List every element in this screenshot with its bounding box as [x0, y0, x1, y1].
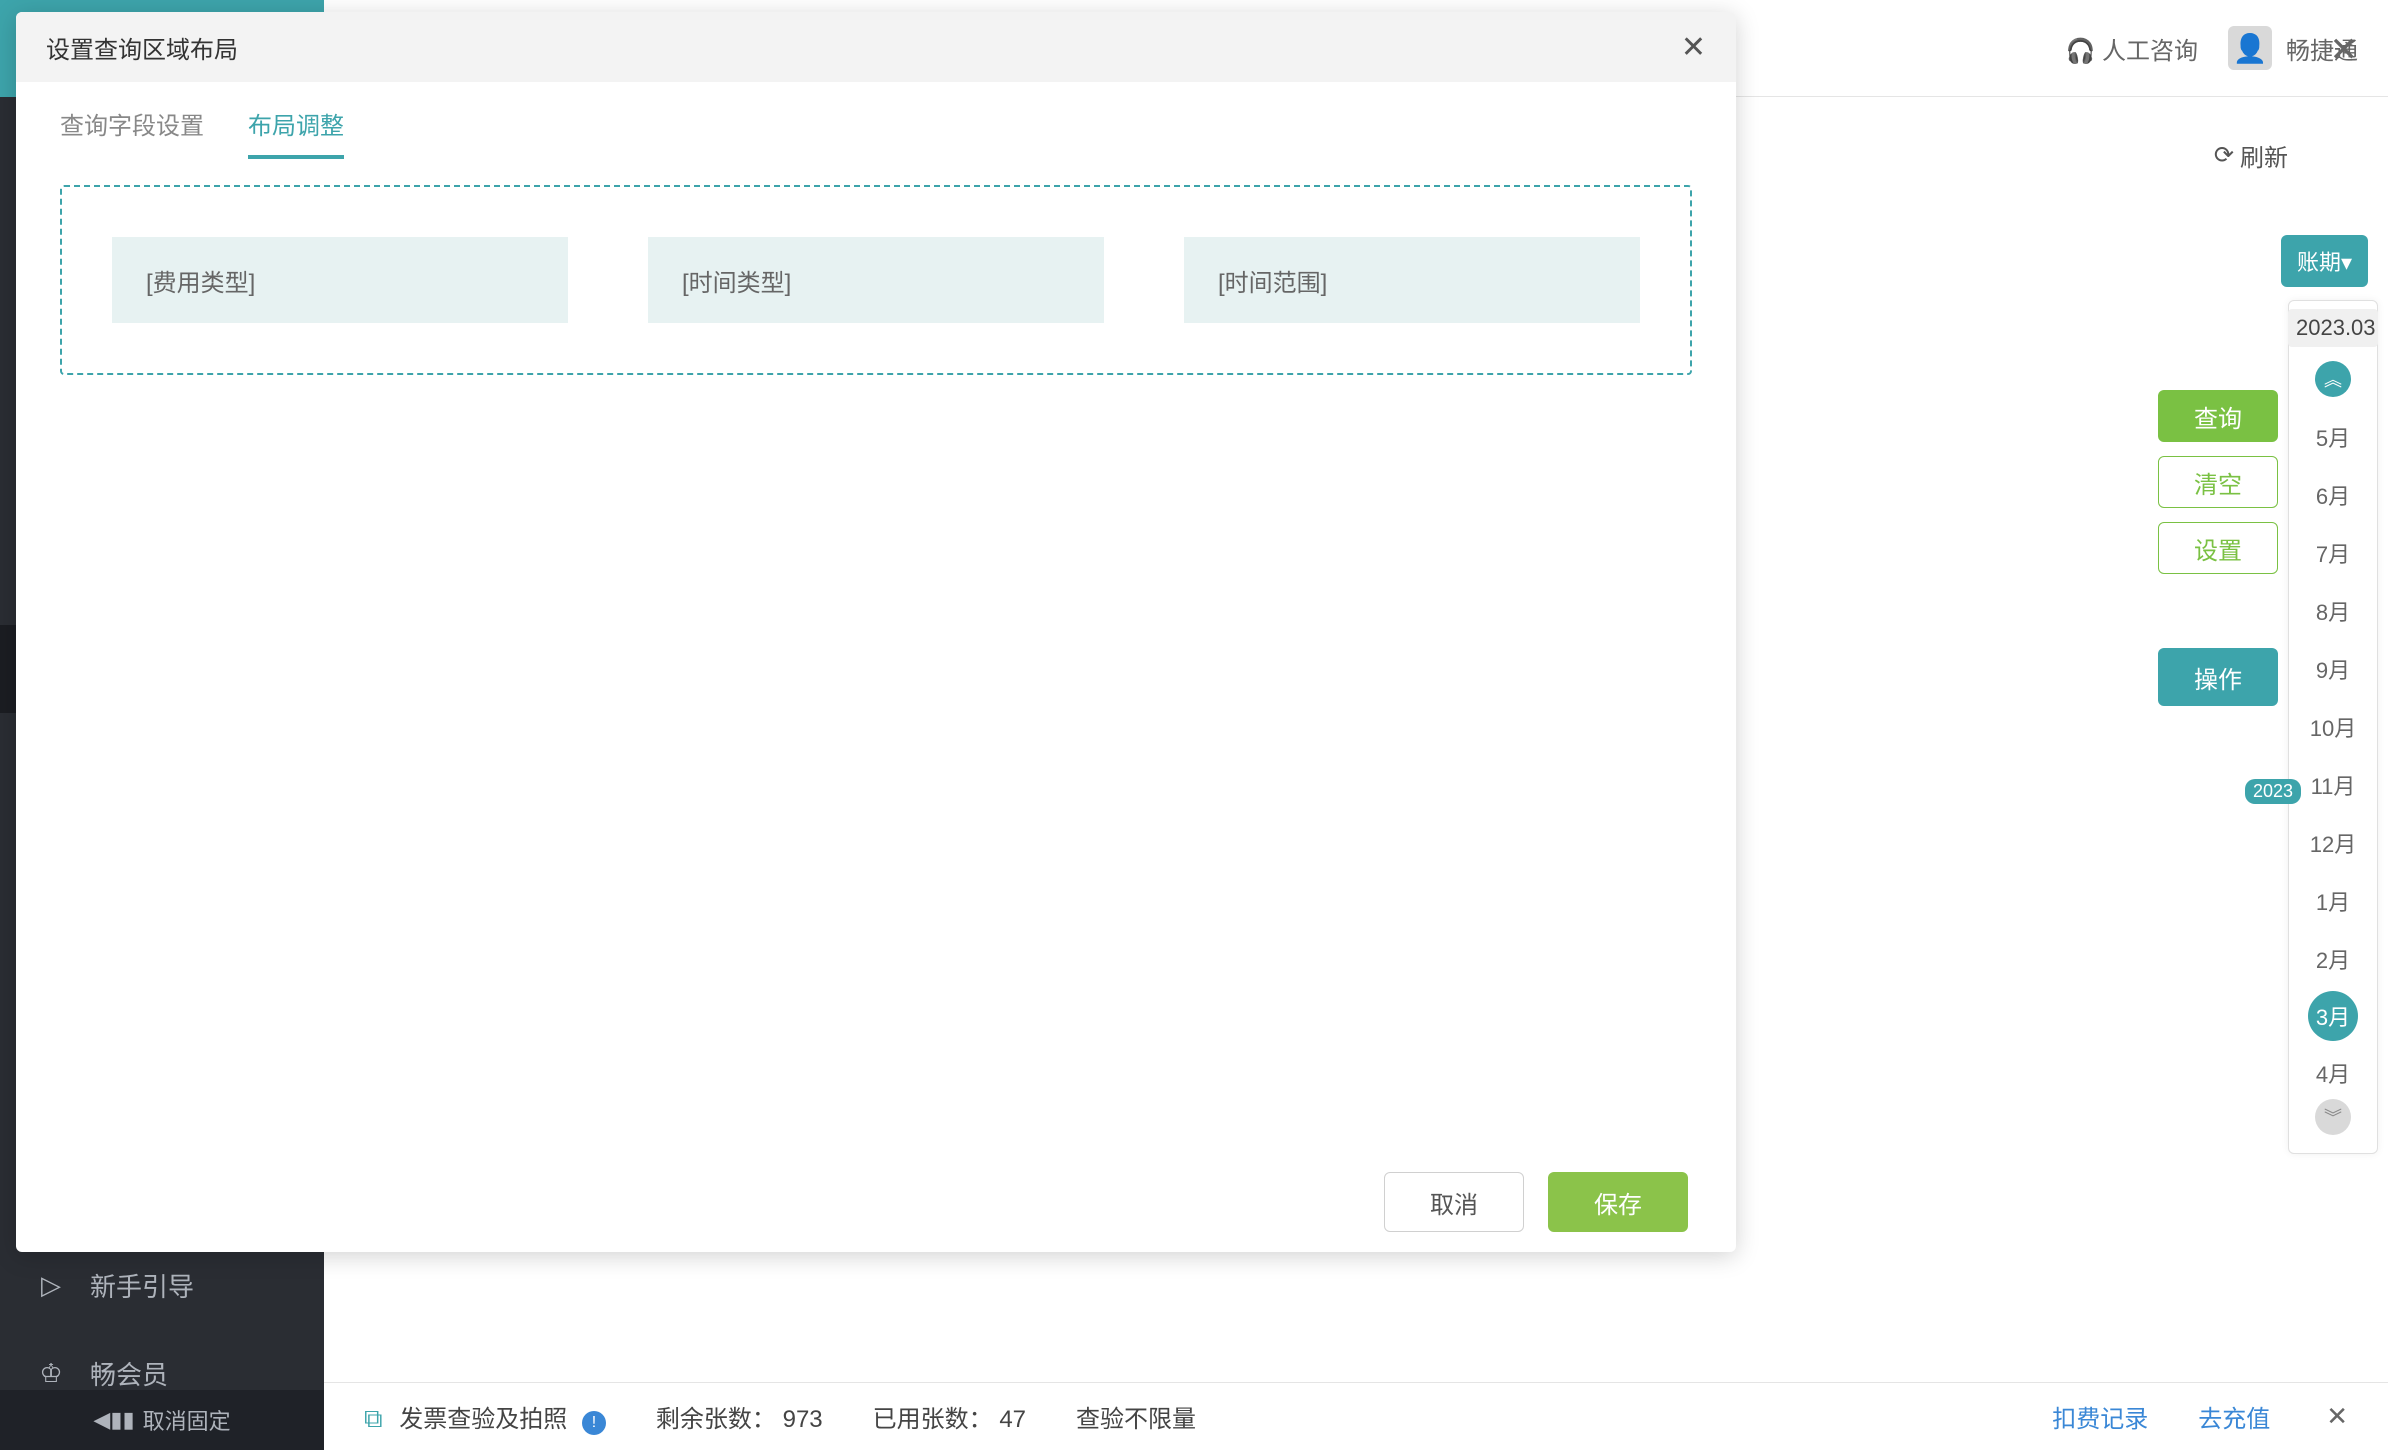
modal-title: 设置查询区域布局: [46, 30, 238, 65]
month-item[interactable]: 7月: [2308, 527, 2358, 579]
refresh-icon: ⟳: [2214, 141, 2234, 170]
period-scroll-up[interactable]: ︽: [2315, 361, 2351, 397]
used-count: 已用张数： 47: [873, 1399, 1026, 1434]
sidebar-item-label: 畅会员: [90, 1355, 168, 1392]
used-value: 47: [999, 1406, 1026, 1433]
sidebar-item-label: 新手引导: [90, 1267, 194, 1304]
unlimited-label: 查验不限量: [1076, 1399, 1196, 1434]
month-item[interactable]: 12月: [2308, 817, 2358, 869]
ops-button[interactable]: 操作: [2158, 648, 2278, 706]
period-dropdown-button[interactable]: 账期▾: [2281, 235, 2368, 287]
chip-time-range[interactable]: [时间范围]: [1184, 237, 1640, 323]
scan-invoice[interactable]: ⧉ 发票查验及拍照 !: [364, 1399, 606, 1435]
layout-settings-modal: 设置查询区域布局 ✕ 查询字段设置 布局调整 [费用类型] [时间类型] [时间…: [16, 12, 1736, 1252]
bottom-bar: ⧉ 发票查验及拍照 ! 剩余张数： 973 已用张数： 47 查验不限量 扣费记…: [324, 1382, 2388, 1450]
period-scroll-down[interactable]: ︾: [2315, 1099, 2351, 1135]
right-tools: 🎧 人工咨询 👤 畅捷通: [2065, 26, 2358, 70]
refresh-label: 刷新: [2240, 138, 2288, 173]
sidebar-footer-label: 取消固定: [143, 1404, 231, 1436]
used-label: 已用张数：: [873, 1406, 993, 1433]
month-item[interactable]: 11月: [2308, 759, 2358, 811]
sidebar-icon: ♔: [36, 1358, 66, 1388]
clear-button[interactable]: 清空: [2158, 456, 2278, 508]
month-item[interactable]: 2月: [2308, 933, 2358, 985]
scan-icon: ⧉: [364, 1403, 383, 1433]
scan-label: 发票查验及拍照: [399, 1406, 567, 1433]
avatar: 👤: [2228, 26, 2272, 70]
year-badge: 2023: [2245, 779, 2301, 804]
month-item[interactable]: 8月: [2308, 585, 2358, 637]
month-item[interactable]: 10月: [2308, 701, 2358, 753]
month-item[interactable]: 6月: [2308, 469, 2358, 521]
tab-layout-adjust[interactable]: 布局调整: [248, 106, 344, 159]
recharge-link[interactable]: 去充值: [2198, 1399, 2270, 1434]
month-item[interactable]: 5月: [2308, 411, 2358, 463]
period-panel: 2023.03 ︽ 5月6月7月8月9月10月11月12月1月2月3月4月 20…: [2288, 300, 2378, 1154]
right-action-col: 查询 清空 设置 操作: [2158, 390, 2278, 706]
close-tab[interactable]: ✕: [2330, 30, 2359, 70]
fee-log-link[interactable]: 扣费记录: [2052, 1399, 2148, 1434]
headset-icon: 🎧: [2065, 38, 2095, 65]
remaining-count: 剩余张数： 973: [656, 1399, 823, 1434]
modal-tabs: 查询字段设置 布局调整: [60, 106, 1692, 159]
layout-drop-zone[interactable]: [费用类型] [时间类型] [时间范围]: [60, 185, 1692, 375]
sidebar-icon: ▷: [36, 1270, 66, 1300]
modal-body: 查询字段设置 布局调整 [费用类型] [时间类型] [时间范围]: [16, 82, 1736, 1152]
refresh-link[interactable]: ⟳ 刷新: [2214, 138, 2288, 173]
save-button[interactable]: 保存: [1548, 1172, 1688, 1232]
month-item[interactable]: 3月: [2308, 991, 2358, 1041]
support-text: 人工咨询: [2102, 38, 2198, 65]
month-item[interactable]: 1月: [2308, 875, 2358, 927]
pin-icon: ◀▮▮: [93, 1407, 134, 1433]
remain-label: 剩余张数：: [656, 1406, 776, 1433]
close-icon[interactable]: ✕: [1681, 30, 1706, 65]
chip-time-type[interactable]: [时间类型]: [648, 237, 1104, 323]
sidebar-toggle[interactable]: ◀▮▮ 取消固定: [0, 1390, 324, 1450]
sidebar-item-13[interactable]: ▷ 新手引导: [0, 1241, 324, 1329]
support-link[interactable]: 🎧 人工咨询: [2065, 31, 2198, 66]
remain-value: 973: [783, 1406, 823, 1433]
month-item[interactable]: 4月: [2308, 1047, 2358, 1099]
cancel-button[interactable]: 取消: [1384, 1172, 1524, 1232]
settings-button[interactable]: 设置: [2158, 522, 2278, 574]
month-item[interactable]: 9月: [2308, 643, 2358, 695]
modal-header: 设置查询区域布局 ✕: [16, 12, 1736, 82]
modal-footer: 取消 保存: [16, 1152, 1736, 1252]
info-icon[interactable]: !: [582, 1411, 606, 1435]
chip-expense-type[interactable]: [费用类型]: [112, 237, 568, 323]
search-button[interactable]: 查询: [2158, 390, 2278, 442]
bottom-close-icon[interactable]: ✕: [2326, 1401, 2348, 1432]
period-current-pill[interactable]: 2023.03: [2288, 309, 2378, 347]
tab-query-fields[interactable]: 查询字段设置: [60, 106, 204, 159]
